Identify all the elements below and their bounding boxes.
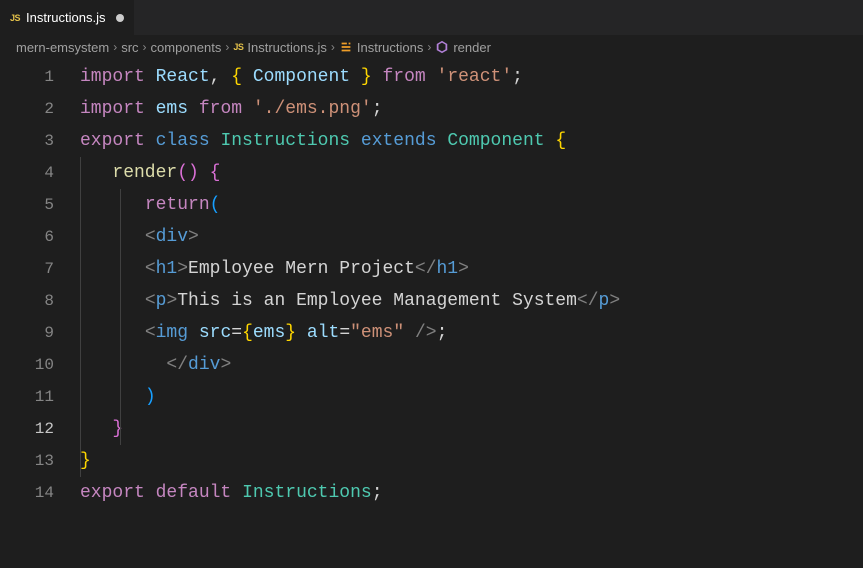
class-icon [339, 40, 353, 54]
code-line: export default Instructions; [80, 477, 863, 509]
line-number: 4 [0, 157, 54, 189]
code-line: import React, { Component } from 'react'… [80, 61, 863, 93]
editor-tab[interactable]: JS Instructions.js [0, 0, 135, 35]
line-number: 7 [0, 253, 54, 285]
chevron-right-icon: › [113, 40, 117, 54]
modified-indicator-icon [116, 14, 124, 22]
js-file-icon: JS [10, 13, 20, 23]
line-number: 5 [0, 189, 54, 221]
line-number: 14 [0, 477, 54, 509]
chevron-right-icon: › [225, 40, 229, 54]
breadcrumb-item[interactable]: components [151, 40, 222, 55]
code-line: </div> [80, 349, 863, 381]
line-number: 3 [0, 125, 54, 157]
code-content[interactable]: import React, { Component } from 'react'… [80, 61, 863, 509]
breadcrumb[interactable]: mern-emsystem › src › components › JS In… [0, 35, 863, 59]
code-line: return( [80, 189, 863, 221]
code-line: render() { [80, 157, 863, 189]
breadcrumb-item[interactable]: render [453, 40, 491, 55]
chevron-right-icon: › [143, 40, 147, 54]
indent-guide [80, 157, 81, 477]
code-line: export class Instructions extends Compon… [80, 125, 863, 157]
tab-bar: JS Instructions.js [0, 0, 863, 35]
code-line: import ems from './ems.png'; [80, 93, 863, 125]
js-file-icon: JS [233, 42, 243, 52]
indent-guide [120, 189, 121, 445]
line-number: 8 [0, 285, 54, 317]
code-line: <div> [80, 221, 863, 253]
breadcrumb-item[interactable]: mern-emsystem [16, 40, 109, 55]
code-line: ) [80, 381, 863, 413]
code-line: } [80, 445, 863, 477]
chevron-right-icon: › [331, 40, 335, 54]
chevron-right-icon: › [427, 40, 431, 54]
method-icon [435, 40, 449, 54]
code-line: } [80, 413, 863, 445]
line-number: 2 [0, 93, 54, 125]
line-number: 11 [0, 381, 54, 413]
line-number: 6 [0, 221, 54, 253]
line-number: 10 [0, 349, 54, 381]
line-number: 1 [0, 61, 54, 93]
breadcrumb-item[interactable]: Instructions [357, 40, 423, 55]
code-editor[interactable]: 1 2 3 4 5 6 7 8 9 10 11 12 13 14 import … [0, 59, 863, 509]
line-number: 12 [0, 413, 54, 445]
code-line: <p>This is an Employee Management System… [80, 285, 863, 317]
line-number: 13 [0, 445, 54, 477]
code-line: <h1>Employee Mern Project</h1> [80, 253, 863, 285]
line-number: 9 [0, 317, 54, 349]
tab-filename: Instructions.js [26, 10, 105, 25]
code-line: <img src={ems} alt="ems" />; [80, 317, 863, 349]
breadcrumb-item[interactable]: src [121, 40, 138, 55]
breadcrumb-item[interactable]: Instructions.js [247, 40, 326, 55]
line-gutter: 1 2 3 4 5 6 7 8 9 10 11 12 13 14 [0, 61, 80, 509]
